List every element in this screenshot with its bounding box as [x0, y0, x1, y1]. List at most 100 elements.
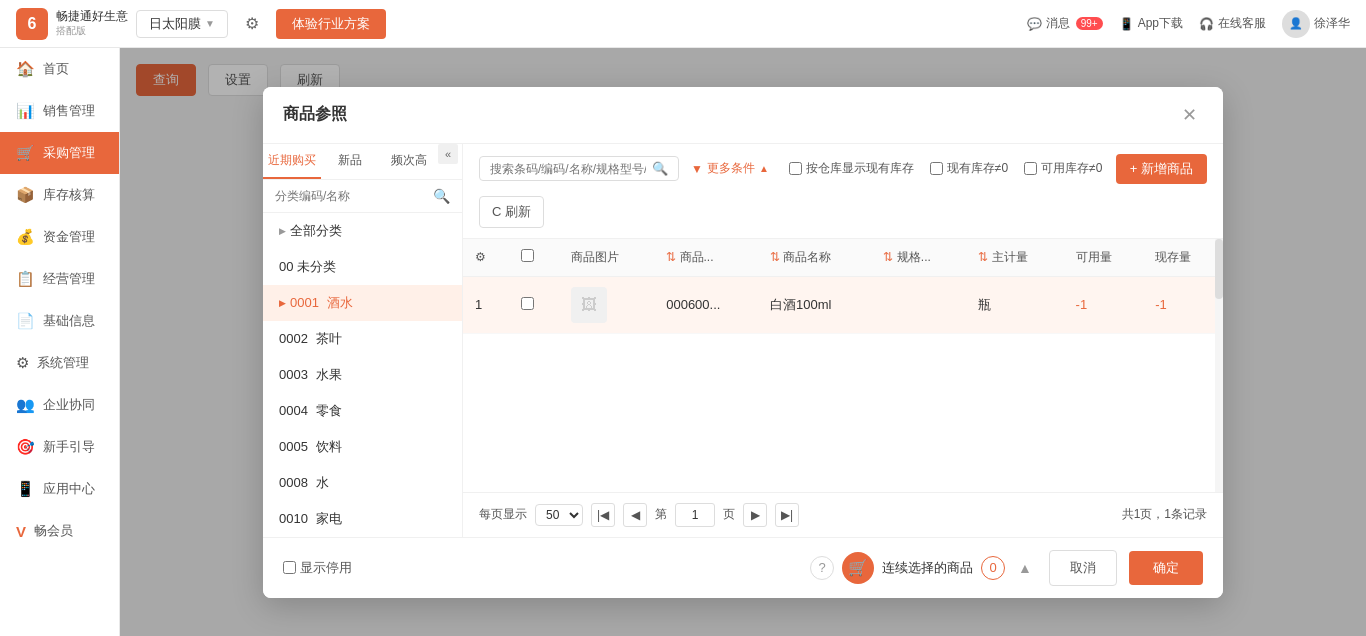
- category-search-input[interactable]: [275, 189, 427, 203]
- checkbox-nonzero-available[interactable]: 可用库存≠0: [1024, 160, 1102, 177]
- sidebar-item-membership[interactable]: V 畅会员: [0, 510, 119, 552]
- th-name[interactable]: ⇅ 商品名称: [758, 239, 871, 277]
- td-checkbox[interactable]: [509, 276, 558, 333]
- sidebar-item-operations[interactable]: 📋 经营管理: [0, 258, 119, 300]
- show-disabled-checkbox[interactable]: 显示停用: [283, 559, 352, 577]
- checkbox-show-stock[interactable]: 按仓库显示现有库存: [789, 160, 914, 177]
- footer-middle: ? 🛒 连续选择的商品 0 ▲: [810, 552, 1037, 584]
- category-item-00[interactable]: 00 未分类: [263, 249, 462, 285]
- add-product-button[interactable]: + 新增商品: [1116, 154, 1207, 184]
- sidebar-item-inventory[interactable]: 📦 库存核算: [0, 174, 119, 216]
- sidebar-item-purchase[interactable]: 🛒 采购管理: [0, 132, 119, 174]
- confirm-button[interactable]: 确定: [1129, 551, 1203, 585]
- th-code[interactable]: ⇅ 商品...: [654, 239, 758, 277]
- online-service-button[interactable]: 🎧 在线客服: [1199, 15, 1266, 32]
- category-item-0004[interactable]: 0004 零食: [263, 393, 462, 429]
- td-image: 🖼: [559, 276, 655, 333]
- collapse-arrow-icon[interactable]: ▲: [1013, 556, 1037, 580]
- app-center-icon: 📱: [16, 480, 35, 498]
- search-icon[interactable]: 🔍: [652, 161, 668, 176]
- avatar: 👤: [1282, 10, 1310, 38]
- tab-high-frequency[interactable]: 频次高: [380, 144, 438, 179]
- category-item-0003[interactable]: 0003 水果: [263, 357, 462, 393]
- filter-icon: ▼: [691, 162, 703, 176]
- messages-badge: 99+: [1076, 17, 1103, 30]
- service-icon: 🎧: [1199, 17, 1214, 31]
- continuous-label: 连续选择的商品: [882, 559, 973, 577]
- user-profile[interactable]: 👤 徐泽华: [1282, 10, 1350, 38]
- collapse-panel-button[interactable]: «: [438, 144, 458, 164]
- page-next-button[interactable]: ▶: [743, 503, 767, 527]
- category-list: ▶ 全部分类 00 未分类 ▶ 0001 酒水: [263, 213, 462, 537]
- more-filter-button[interactable]: ▼ 更多条件 ▲: [691, 160, 769, 177]
- scrollbar-track[interactable]: [1215, 239, 1223, 492]
- modal-footer: 显示停用 ? 🛒 连续选择的商品 0 ▲ 取消 确定: [263, 537, 1223, 598]
- category-item-0010[interactable]: 0010 家电: [263, 501, 462, 537]
- th-checkbox[interactable]: [509, 239, 558, 277]
- tab-recent-purchase[interactable]: 近期购买: [263, 144, 321, 179]
- messages-button[interactable]: 💬 消息 99+: [1027, 15, 1103, 32]
- th-image: 商品图片: [559, 239, 655, 277]
- experience-button[interactable]: 体验行业方案: [276, 9, 386, 39]
- modal-close-button[interactable]: ✕: [1175, 101, 1203, 129]
- chevron-down-icon: ▼: [205, 18, 215, 29]
- th-unit[interactable]: ⇅ 主计量: [966, 239, 1063, 277]
- gear-icon[interactable]: ⚙: [236, 8, 268, 40]
- sidebar-item-basic-info[interactable]: 📄 基础信息: [0, 300, 119, 342]
- nav-selector[interactable]: 日太阳膜 ▼: [136, 10, 228, 38]
- sidebar-item-finance[interactable]: 💰 资金管理: [0, 216, 119, 258]
- sidebar-item-collaboration[interactable]: 👥 企业协同: [0, 384, 119, 426]
- sidebar-item-app-center[interactable]: 📱 应用中心: [0, 468, 119, 510]
- category-item-0002[interactable]: 0002 茶叶: [263, 321, 462, 357]
- category-all[interactable]: ▶ 全部分类: [263, 213, 462, 249]
- td-available: -1: [1064, 276, 1144, 333]
- page-prev-button[interactable]: ◀: [623, 503, 647, 527]
- filter-up-icon: ▲: [759, 163, 769, 174]
- category-tabs: 近期购买 新品 频次高 «: [263, 144, 462, 180]
- table-container: ⚙ 商品图片 ⇅ 商品...: [463, 239, 1223, 492]
- th-settings[interactable]: ⚙: [463, 239, 509, 277]
- table-row[interactable]: 1 🖼 000600... 白酒100ml: [463, 276, 1223, 333]
- tab-new-products[interactable]: 新品: [321, 144, 379, 179]
- product-search-input[interactable]: [490, 162, 646, 176]
- cart-icon[interactable]: 🛒: [842, 552, 874, 584]
- search-icon[interactable]: 🔍: [433, 188, 450, 204]
- sidebar-item-home[interactable]: 🏠 首页: [0, 48, 119, 90]
- sidebar: 🏠 首页 📊 销售管理 🛒 采购管理 📦 库存核算 💰 资金管理 📋 经营管理 …: [0, 48, 120, 636]
- category-panel: 近期购买 新品 频次高 « 🔍 ▶ 全部分类: [263, 144, 463, 537]
- top-header: 6 畅捷通好生意 搭配版 日太阳膜 ▼ ⚙ 体验行业方案 💬 消息 99+ 📱 …: [0, 0, 1366, 48]
- th-spec[interactable]: ⇅ 规格...: [871, 239, 966, 277]
- td-stock: -1: [1143, 276, 1223, 333]
- main-layout: 🏠 首页 📊 销售管理 🛒 采购管理 📦 库存核算 💰 资金管理 📋 经营管理 …: [0, 48, 1366, 636]
- checkbox-nonzero-stock[interactable]: 现有库存≠0: [930, 160, 1008, 177]
- product-panel: 🔍 ▼ 更多条件 ▲ 按仓库显示现有库存: [463, 144, 1223, 537]
- page-last-button[interactable]: ▶|: [775, 503, 799, 527]
- scrollbar-thumb[interactable]: [1215, 239, 1223, 299]
- app-download-button[interactable]: 📱 App下载: [1119, 15, 1183, 32]
- modal-overlay: 商品参照 ✕ 近期购买 新品 频次高 «: [120, 48, 1366, 636]
- help-icon[interactable]: ?: [810, 556, 834, 580]
- th-stock: 现存量: [1143, 239, 1223, 277]
- product-table: ⚙ 商品图片 ⇅ 商品...: [463, 239, 1223, 334]
- category-item-0008[interactable]: 0008 水: [263, 465, 462, 501]
- cart-count: 0: [981, 556, 1005, 580]
- modal-title: 商品参照: [283, 104, 347, 125]
- product-image: 🖼: [571, 287, 607, 323]
- page-first-button[interactable]: |◀: [591, 503, 615, 527]
- modal-header: 商品参照 ✕: [263, 87, 1223, 144]
- category-item-0005[interactable]: 0005 饮料: [263, 429, 462, 465]
- sidebar-item-system[interactable]: ⚙ 系统管理: [0, 342, 119, 384]
- category-item-0001[interactable]: ▶ 0001 酒水: [263, 285, 462, 321]
- page-number-input[interactable]: [675, 503, 715, 527]
- table-header-row: ⚙ 商品图片 ⇅ 商品...: [463, 239, 1223, 277]
- page-size-select[interactable]: 50: [535, 504, 583, 526]
- sidebar-item-sales[interactable]: 📊 销售管理: [0, 90, 119, 132]
- modal-body: 近期购买 新品 频次高 « 🔍 ▶ 全部分类: [263, 144, 1223, 537]
- basic-info-icon: 📄: [16, 312, 35, 330]
- product-search-box: 🔍: [479, 156, 679, 181]
- td-spec: [871, 276, 966, 333]
- refresh-button[interactable]: C 刷新: [479, 196, 544, 228]
- sidebar-item-guide[interactable]: 🎯 新手引导: [0, 426, 119, 468]
- sort-icon: ⇅: [978, 250, 988, 264]
- cancel-button[interactable]: 取消: [1049, 550, 1117, 586]
